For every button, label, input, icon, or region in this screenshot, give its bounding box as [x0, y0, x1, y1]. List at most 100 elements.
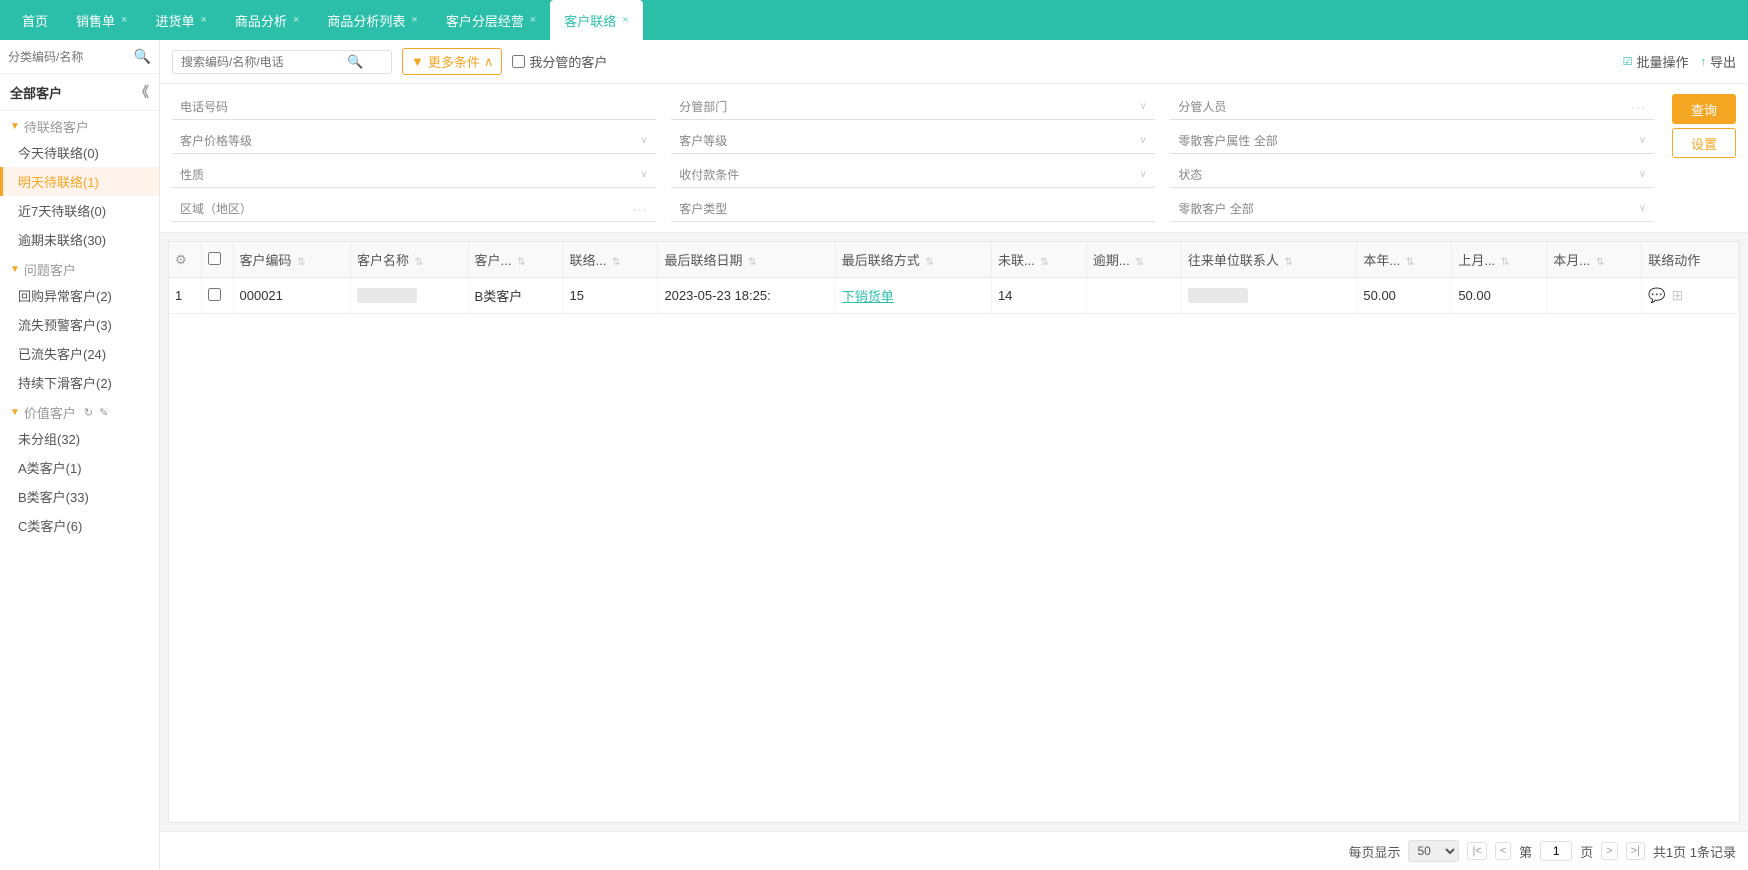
sidebar-item-overdue-contact[interactable]: 逾期未联络(30): [0, 225, 159, 254]
close-icon[interactable]: ×: [530, 14, 536, 26]
filter-btn[interactable]: ▼ 更多条件 ∧: [402, 48, 502, 75]
filter-manager[interactable]: 分管人员 ···: [1170, 94, 1654, 120]
th-last-contact-date[interactable]: 最后联络日期 ⇅: [658, 242, 835, 278]
th-overdue[interactable]: 逾期... ⇅: [1086, 242, 1181, 278]
nav-sales[interactable]: 销售单 ×: [62, 0, 141, 40]
batch-op-btn[interactable]: ☑ 批量操作: [1623, 52, 1689, 71]
sidebar-item-today-contact[interactable]: 今天待联络(0): [0, 138, 159, 167]
th-unlinked[interactable]: 未联... ⇅: [991, 242, 1086, 278]
th-customer-type[interactable]: 客户... ⇅: [468, 242, 563, 278]
th-last-month[interactable]: 上月... ⇅: [1452, 242, 1547, 278]
close-icon[interactable]: ×: [622, 14, 628, 26]
chevron-down-icon: ∨: [1139, 169, 1146, 180]
row-checkbox[interactable]: [208, 288, 221, 301]
set-btn[interactable]: 设置: [1672, 128, 1736, 158]
td-last-month: 50.00: [1452, 278, 1547, 314]
sidebar-item-class-c[interactable]: C类客户(6): [0, 511, 159, 540]
filter-phone[interactable]: 电话号码: [172, 94, 656, 120]
export-btn[interactable]: ↑ 导出: [1700, 52, 1736, 71]
sidebar-item-abnormal-repurchase[interactable]: 回购异常客户(2): [0, 281, 159, 310]
filter-customer-type[interactable]: 客户类型: [671, 196, 1155, 222]
comment-icon[interactable]: 💬: [1648, 287, 1665, 304]
sidebar-item-declining[interactable]: 持续下滑客户(2): [0, 368, 159, 397]
td-contact-count: 15: [563, 278, 658, 314]
nav-home[interactable]: 首页: [8, 0, 62, 40]
close-icon[interactable]: ×: [411, 14, 417, 26]
footer: 每页显示 50 100 200 |< < 第 页 > >| 共1页 1条记录: [160, 831, 1748, 870]
sidebar-item-class-a[interactable]: A类客户(1): [0, 453, 159, 482]
select-all-checkbox[interactable]: [208, 252, 221, 265]
filter-retail-customer[interactable]: 零散客户 全部 ∨: [1170, 196, 1654, 222]
sidebar-search-area: 🔍: [0, 40, 159, 74]
td-customer-name: [351, 278, 469, 314]
th-contact-person[interactable]: 往来单位联系人 ⇅: [1181, 242, 1357, 278]
chevron-down-icon: ∨: [640, 135, 647, 146]
my-customers-checkbox[interactable]: [512, 55, 525, 68]
more-icon: ···: [1631, 100, 1646, 114]
close-icon[interactable]: ×: [293, 14, 299, 26]
grid-action-icon[interactable]: ⊞: [1672, 287, 1684, 304]
page-unit: 页: [1580, 842, 1593, 861]
search-input[interactable]: [181, 55, 341, 69]
th-customer-code[interactable]: 客户编码 ⇅: [233, 242, 351, 278]
nav-purchase[interactable]: 进货单 ×: [141, 0, 220, 40]
nav-product-analysis[interactable]: 商品分析 ×: [221, 0, 313, 40]
sidebar-item-tomorrow-contact[interactable]: 明天待联络(1): [0, 167, 159, 196]
filter-panel: 电话号码 分管部门 ∨ 分管人员 ···: [160, 84, 1748, 233]
group-problem-customers: ▼ 问题客户: [0, 254, 159, 281]
sidebar-item-class-b[interactable]: B类客户(33): [0, 482, 159, 511]
td-last-contact-method[interactable]: 下销货单: [835, 278, 991, 314]
th-this-month[interactable]: 本月... ⇅: [1547, 242, 1642, 278]
last-contact-method-link[interactable]: 下销货单: [842, 289, 894, 304]
page-nav-prev[interactable]: <: [1495, 842, 1511, 860]
customer-table: ⚙ 客户编码 ⇅ 客户名称 ⇅: [169, 242, 1739, 314]
th-contact-count[interactable]: 联络... ⇅: [563, 242, 658, 278]
filter-payment[interactable]: 收付款条件 ∨: [671, 162, 1155, 188]
td-index: 1: [169, 278, 201, 314]
td-checkbox[interactable]: [201, 278, 233, 314]
toolbar: 🔍 ▼ 更多条件 ∧ 我分管的客户 ☑ 批量操作 ↑ 导出: [160, 40, 1748, 84]
page-nav-next[interactable]: >: [1601, 842, 1617, 860]
sort-icon: ⇅: [1501, 257, 1509, 268]
close-icon[interactable]: ×: [200, 14, 206, 26]
th-customer-name[interactable]: 客户名称 ⇅: [351, 242, 469, 278]
page-nav-last[interactable]: >|: [1626, 842, 1645, 860]
th-last-contact-method[interactable]: 最后联络方式 ⇅: [835, 242, 991, 278]
edit-icon[interactable]: ✎: [99, 406, 108, 419]
page-input[interactable]: [1540, 841, 1572, 861]
th-contact-action[interactable]: 联络动作: [1642, 242, 1739, 278]
per-page-select[interactable]: 50 100 200: [1408, 840, 1459, 862]
sidebar: 🔍 全部客户 《 ▼ 待联络客户 今天待联络(0) 明天待联络(1) 近7天待联…: [0, 40, 160, 870]
filter-nature[interactable]: 性质 ∨: [172, 162, 656, 188]
sidebar-item-churned[interactable]: 已流失客户(24): [0, 339, 159, 368]
sidebar-item-ungrouped[interactable]: 未分组(32): [0, 424, 159, 453]
nav-customer-contact[interactable]: 客户联络 ×: [550, 0, 642, 40]
sidebar-search-input[interactable]: [8, 50, 130, 64]
refresh-icon[interactable]: ↻: [84, 406, 93, 419]
collapse-icon[interactable]: 《: [135, 82, 149, 102]
filter-retail-attr[interactable]: 零散客户属性 全部 ∨: [1170, 128, 1654, 154]
close-icon[interactable]: ×: [121, 14, 127, 26]
th-settings[interactable]: ⚙: [169, 242, 201, 278]
nav-product-analysis-list[interactable]: 商品分析列表 ×: [313, 0, 431, 40]
sidebar-item-churn-warning[interactable]: 流失预警客户(3): [0, 310, 159, 339]
td-customer-code: 000021: [233, 278, 351, 314]
filter-dept[interactable]: 分管部门 ∨: [671, 94, 1155, 120]
page-nav-first[interactable]: |<: [1467, 842, 1486, 860]
filter-region[interactable]: 区域（地区） ···: [172, 196, 656, 222]
filter-price-level[interactable]: 客户价格等级 ∨: [172, 128, 656, 154]
more-icon: ···: [633, 202, 648, 216]
th-this-year[interactable]: 本年... ⇅: [1357, 242, 1452, 278]
query-btn[interactable]: 查询: [1672, 94, 1736, 124]
td-contact-person: [1181, 278, 1357, 314]
sidebar-item-7days-contact[interactable]: 近7天待联络(0): [0, 196, 159, 225]
my-customers-checkbox-area[interactable]: 我分管的客户: [512, 52, 607, 71]
filter-status[interactable]: 状态 ∨: [1170, 162, 1654, 188]
th-checkbox[interactable]: [201, 242, 233, 278]
nav-customer-segment[interactable]: 客户分层经营 ×: [432, 0, 550, 40]
sidebar-all-customers[interactable]: 全部客户 《: [0, 74, 159, 111]
filter-customer-level[interactable]: 客户等级 ∨: [671, 128, 1155, 154]
gear-icon[interactable]: ⚙: [175, 252, 187, 267]
toolbar-search-box: 🔍: [172, 50, 392, 74]
search-icon[interactable]: 🔍: [347, 54, 363, 70]
